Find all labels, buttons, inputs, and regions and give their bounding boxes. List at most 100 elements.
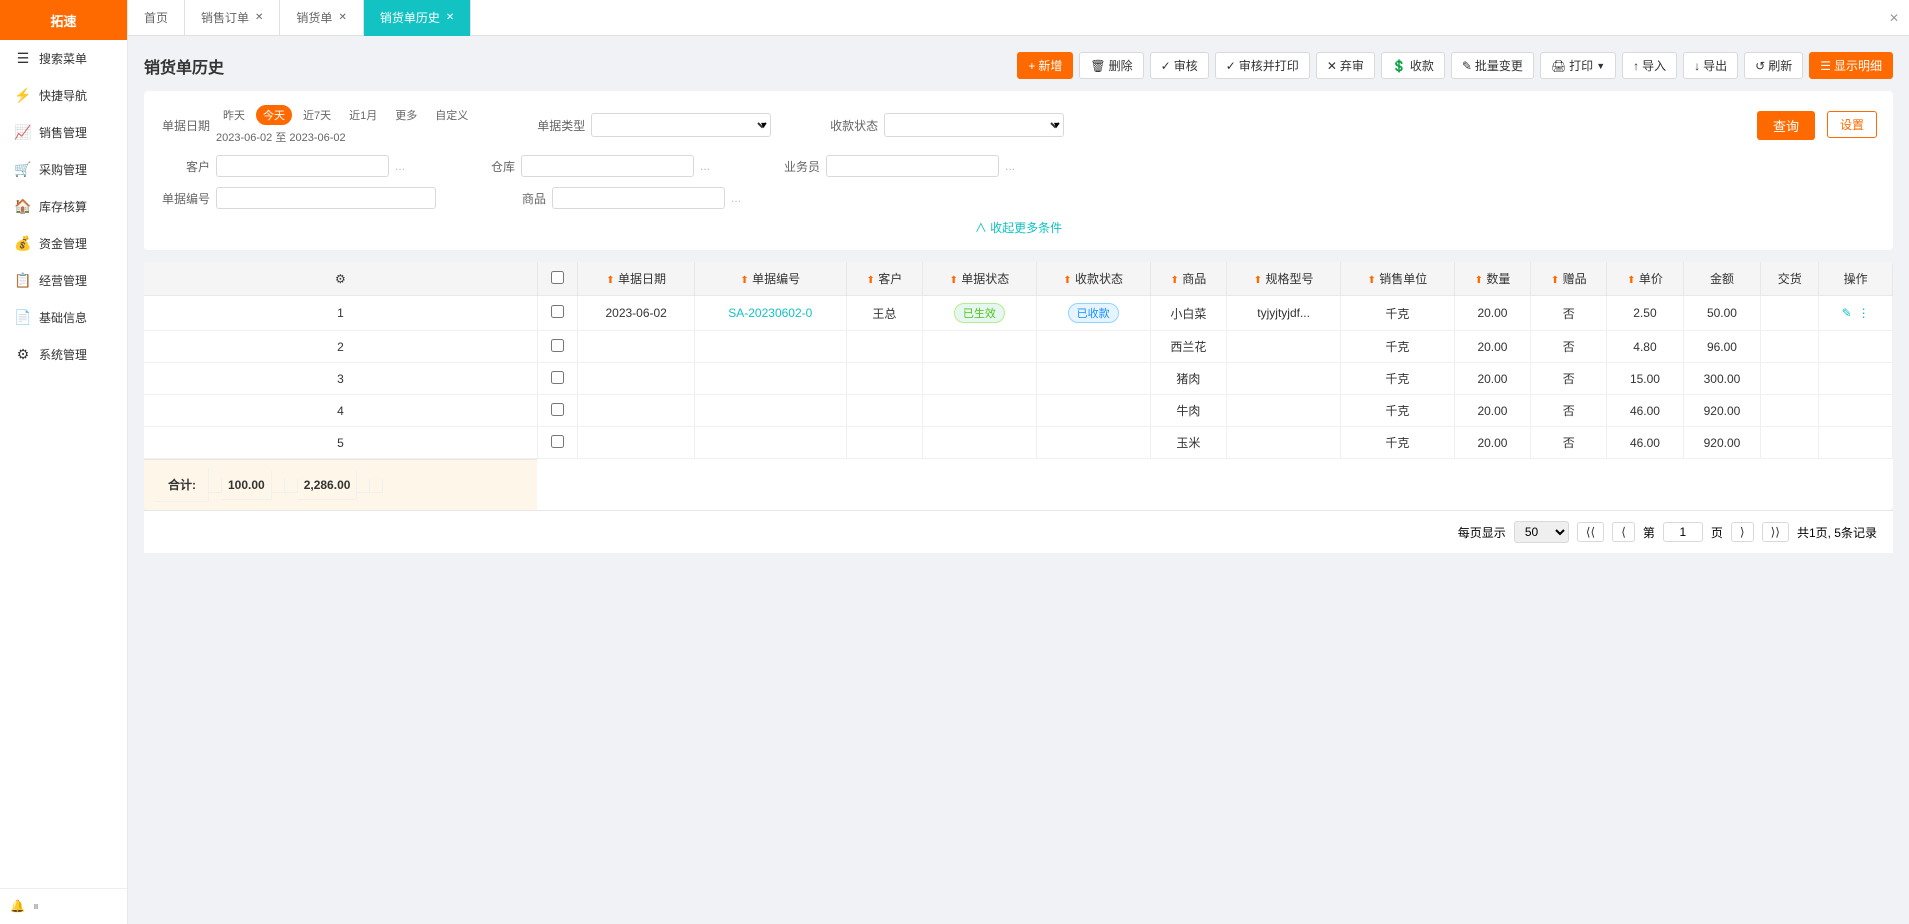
col-unit-price[interactable]: ⬆ 单价 <box>1607 262 1683 296</box>
print-button[interactable]: 🖨 打印 ▼ <box>1540 52 1616 79</box>
sidebar-item-quick-nav[interactable]: ⚡ 快捷导航 <box>0 77 127 114</box>
edit-action[interactable]: ✎ <box>1842 306 1852 320</box>
sidebar-item-purchase-mgmt[interactable]: 🛒 采购管理 <box>0 151 127 188</box>
row-goods: 玉米 <box>1150 427 1227 459</box>
row-select[interactable] <box>537 331 578 363</box>
date-btn-custom[interactable]: 自定义 <box>428 105 475 125</box>
row-select[interactable] <box>537 427 578 459</box>
col-goods[interactable]: ⬆ 商品 <box>1150 262 1227 296</box>
new-button[interactable]: + 新增 <box>1017 52 1073 79</box>
col-doc-date[interactable]: ⬆ 单据日期 <box>578 262 694 296</box>
goods-dots[interactable]: ... <box>731 191 741 205</box>
page-number-input[interactable] <box>1663 522 1703 542</box>
row-action[interactable]: ✎⋮ <box>1819 296 1893 331</box>
sidebar-bottom-icon2[interactable]: ⏸ <box>33 899 39 914</box>
receive-button[interactable]: 💲 收款 <box>1381 52 1445 79</box>
batch-change-button[interactable]: ✎ 批量变更 <box>1451 52 1534 79</box>
warehouse-input[interactable] <box>521 155 694 177</box>
date-btn-7days[interactable]: 近7天 <box>296 105 338 125</box>
more-action[interactable]: ⋮ <box>1858 306 1870 320</box>
show-detail-button[interactable]: ☰ 显示明细 <box>1809 52 1893 79</box>
warehouse-dots[interactable]: ... <box>700 159 710 173</box>
goods-input[interactable] <box>552 187 725 209</box>
col-doc-no[interactable]: ⬆ 单据编号 <box>694 262 846 296</box>
sidebar-item-inventory[interactable]: 🏠 库存核算 <box>0 188 127 225</box>
customer-input[interactable] <box>216 155 389 177</box>
col-pay-status[interactable]: ⬆ 收款状态 <box>1036 262 1150 296</box>
row-doc-no[interactable] <box>694 363 846 395</box>
collapse-button[interactable]: ∧ 收起更多条件 <box>160 219 1877 236</box>
select-all-checkbox[interactable] <box>551 271 564 284</box>
row-trade <box>1761 427 1819 459</box>
row-checkbox[interactable] <box>551 435 564 448</box>
col-spec[interactable]: ⬆ 规格型号 <box>1227 262 1341 296</box>
row-action[interactable] <box>1819 395 1893 427</box>
sidebar-item-finance[interactable]: 💰 资金管理 <box>0 225 127 262</box>
sidebar-item-system-mgmt[interactable]: ⚙ 系统管理 <box>0 336 127 373</box>
tabs-close-all[interactable]: ✕ <box>1879 11 1909 25</box>
abandon-button[interactable]: ✕ 弃审 <box>1316 52 1375 79</box>
row-checkbox[interactable] <box>551 339 564 352</box>
export-button[interactable]: ↓ 导出 <box>1683 52 1738 79</box>
doc-no-input[interactable] <box>216 187 436 209</box>
per-page-select[interactable]: 50 100 <box>1514 521 1569 543</box>
tab-sales-order-close[interactable]: ✕ <box>255 12 263 23</box>
row-action[interactable] <box>1819 363 1893 395</box>
per-page-label: 每页显示 <box>1458 524 1506 541</box>
tabs-bar: 首页 销售订单 ✕ 销货单 ✕ 销货单历史 ✕ ✕ <box>128 0 1909 36</box>
salesman-dots[interactable]: ... <box>1005 159 1015 173</box>
row-action[interactable] <box>1819 331 1893 363</box>
row-checkbox[interactable] <box>551 403 564 416</box>
query-button[interactable]: 查询 <box>1757 111 1815 140</box>
tab-sales-history[interactable]: 销货单历史 ✕ <box>364 0 471 36</box>
row-doc-no[interactable] <box>694 427 846 459</box>
customer-dots[interactable]: ... <box>395 159 405 173</box>
doc-type-select[interactable] <box>591 113 771 137</box>
date-btn-yesterday[interactable]: 昨天 <box>216 105 252 125</box>
row-doc-no[interactable] <box>694 395 846 427</box>
pay-status-select[interactable] <box>884 113 1064 137</box>
sidebar-item-base-info[interactable]: 📄 基础信息 <box>0 299 127 336</box>
tab-sales-order[interactable]: 销售订单 ✕ <box>185 0 280 36</box>
next-page-button[interactable]: ⟩ <box>1731 522 1754 542</box>
refresh-button[interactable]: ↺ 刷新 <box>1744 52 1803 79</box>
row-checkbox[interactable] <box>551 305 564 318</box>
salesman-input[interactable] <box>826 155 999 177</box>
sidebar-item-label: 销售管理 <box>39 124 87 141</box>
date-btn-today[interactable]: 今天 <box>256 105 292 125</box>
row-doc-no[interactable]: SA-20230602-0 <box>694 296 846 331</box>
sidebar-bottom-icon1[interactable]: 🔔 <box>10 899 25 914</box>
settings-button[interactable]: 设置 <box>1827 111 1877 138</box>
first-page-button[interactable]: ⟨⟨ <box>1577 522 1604 542</box>
col-unit[interactable]: ⬆ 销售单位 <box>1341 262 1455 296</box>
row-action[interactable] <box>1819 427 1893 459</box>
prev-page-button[interactable]: ⟨ <box>1612 522 1635 542</box>
audit-button[interactable]: ✓ 审核 <box>1150 52 1209 79</box>
row-doc-no[interactable] <box>694 331 846 363</box>
row-unit-price: 4.80 <box>1607 331 1683 363</box>
date-btn-1month[interactable]: 近1月 <box>342 105 384 125</box>
sidebar-item-search-menu[interactable]: ☰ 搜索菜单 <box>0 40 127 77</box>
col-settings[interactable]: ⚙ <box>144 262 537 296</box>
col-doc-status[interactable]: ⬆ 单据状态 <box>922 262 1036 296</box>
col-customer[interactable]: ⬆ 客户 <box>846 262 922 296</box>
sidebar-item-operations[interactable]: 📋 经营管理 <box>0 262 127 299</box>
last-page-button[interactable]: ⟩⟩ <box>1762 522 1789 542</box>
row-select[interactable] <box>537 395 578 427</box>
delete-button[interactable]: 🗑 删除 <box>1079 52 1143 79</box>
page-title: 销货单历史 <box>144 54 224 78</box>
date-btn-more[interactable]: 更多 <box>388 105 424 125</box>
tab-sales-goods-close[interactable]: ✕ <box>338 12 346 23</box>
col-qty[interactable]: ⬆ 数量 <box>1454 262 1530 296</box>
row-select[interactable] <box>537 296 578 331</box>
doc-no-link[interactable]: SA-20230602-0 <box>728 306 812 320</box>
col-gift[interactable]: ⬆ 赠品 <box>1531 262 1607 296</box>
row-select[interactable] <box>537 363 578 395</box>
tab-home[interactable]: 首页 <box>128 0 185 36</box>
sidebar-item-sales-mgmt[interactable]: 📈 销售管理 <box>0 114 127 151</box>
tab-sales-history-close[interactable]: ✕ <box>446 12 454 23</box>
tab-sales-goods[interactable]: 销货单 ✕ <box>280 0 363 36</box>
import-button[interactable]: ↑ 导入 <box>1622 52 1677 79</box>
row-checkbox[interactable] <box>551 371 564 384</box>
audit-print-button[interactable]: ✓ 审核并打印 <box>1215 52 1310 79</box>
